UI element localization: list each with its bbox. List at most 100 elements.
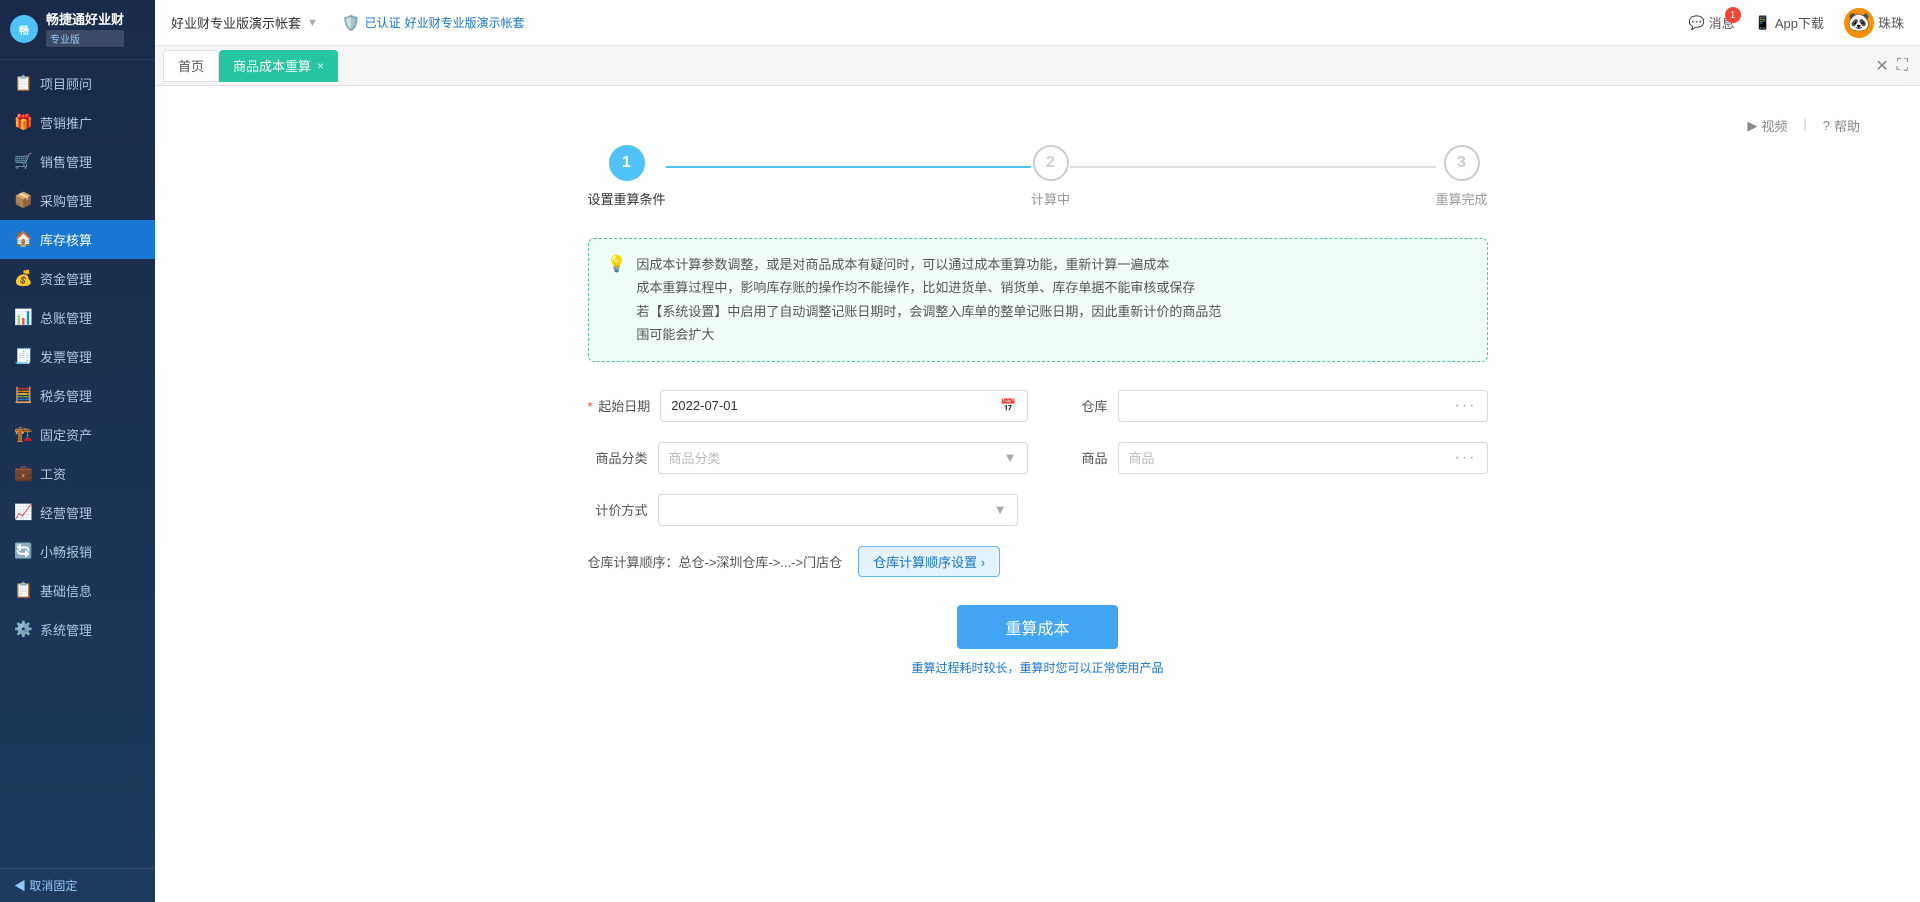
tab-home-label: 首页 [178,56,204,75]
mobile-icon: 📱 [1755,15,1771,31]
category-label: 商品分类 [588,448,648,467]
sidebar-label-invoice: 发票管理 [40,347,92,366]
tab-cost-recalc[interactable]: 商品成本重算 × [219,50,338,82]
info-box: 💡 因成本计算参数调整，或是对商品成本有疑问时，可以通过成本重算功能，重新计算一… [588,238,1488,362]
finance-icon: 💰 [14,269,32,287]
purchase-icon: 📦 [14,191,32,209]
step-3-label: 重算完成 [1436,189,1488,208]
sidebar-item-finance[interactable]: 💰 资金管理 [0,259,155,298]
expand-window-icon[interactable]: ⛶ [1897,57,1908,75]
sidebar-item-inventory[interactable]: 🏠 库存核算 [0,220,155,259]
pricing-dropdown-icon: ▼ [994,502,1007,517]
start-date-value: 2022-07-01 [671,398,994,413]
app-subtitle: 专业版 [46,30,124,47]
sidebar-label-payroll: 工资 [40,464,66,483]
sidebar-label-assets: 固定资产 [40,425,92,444]
category-dropdown-icon: ▼ [1004,450,1017,465]
invoice-icon: 🧾 [14,347,32,365]
recalc-hint: 重算过程耗时较长，重算时您可以正常使用产品 [588,659,1488,676]
sidebar-item-purchase[interactable]: 📦 采购管理 [0,181,155,220]
goods-input[interactable]: 商品 ··· [1118,442,1488,474]
sidebar-label-inventory: 库存核算 [40,230,92,249]
help-label: 帮助 [1834,116,1860,135]
info-line1: 因成本计算参数调整，或是对商品成本有疑问时，可以通过成本重算功能，重新计算一遍成… [636,253,1221,276]
sidebar-label-finance: 资金管理 [40,269,92,288]
payroll-icon: 💼 [14,464,32,482]
sidebar-item-sales[interactable]: 🛒 销售管理 [0,142,155,181]
sidebar-item-marketing[interactable]: 🎁 营销推广 [0,103,155,142]
step-connector-2 [1070,166,1435,168]
close-window-icon[interactable]: ✕ [1875,56,1888,76]
help-link[interactable]: ? 帮助 [1823,116,1860,135]
marketing-icon: 🎁 [14,113,32,131]
lightbulb-icon: 💡 [607,254,627,347]
message-button[interactable]: 💬 消息 1 [1688,13,1734,32]
message-badge: 1 [1725,7,1741,23]
warehouse-order-btn[interactable]: 仓库计算顺序设置 › [858,546,1000,577]
step-1-label: 设置重算条件 [588,189,666,208]
info-line4: 围可能会扩大 [636,323,1221,346]
step-1-circle: 1 [609,145,645,181]
warehouse-order-row: 仓库计算顺序：总仓->深圳仓库->...->门店仓 仓库计算顺序设置 › [588,546,1488,577]
start-date-group: * 起始日期 2022-07-01 📅 [588,390,1028,422]
sidebar-item-assets[interactable]: 🏗️ 固定资产 [0,415,155,454]
info-line3: 若【系统设置】中启用了自动调整记账日期时，会调整入库单的整单记账日期，因此重新计… [636,300,1221,323]
sidebar-label-tax: 税务管理 [40,386,92,405]
helper-links: ▶ 视频 | ? 帮助 [215,116,1860,135]
sidebar-item-invoice[interactable]: 🧾 发票管理 [0,337,155,376]
tab-home[interactable]: 首页 [163,50,219,82]
step-2-circle: 2 [1033,145,1069,181]
app-download-button[interactable]: 📱 App下载 [1755,13,1824,32]
sidebar-item-operations[interactable]: 📈 经营管理 [0,493,155,532]
app-title: 畅捷通好业财 [46,12,124,28]
sidebar-label-marketing: 营销推广 [40,113,92,132]
category-group: 商品分类 商品分类 ▼ [588,442,1028,474]
start-date-input[interactable]: 2022-07-01 📅 [660,390,1027,422]
pricing-select[interactable]: ▼ [658,494,1018,526]
form-row-2: 商品分类 商品分类 ▼ 商品 商品 ··· [588,442,1488,474]
verified-text: 已认证 [365,14,401,31]
goods-dots-icon[interactable]: ··· [1455,449,1477,467]
sidebar-item-system[interactable]: ⚙️ 系统管理 [0,610,155,649]
start-date-label: * 起始日期 [588,396,651,415]
user-menu[interactable]: 🐼 珠珠 [1844,8,1904,38]
sidebar-item-basic[interactable]: 📋 基础信息 [0,571,155,610]
warehouse-input[interactable]: ··· [1118,390,1488,422]
category-select[interactable]: 商品分类 ▼ [658,442,1028,474]
stepper: 1 设置重算条件 2 计算中 3 重算完成 [588,145,1488,208]
cancel-fixed-button[interactable]: ◀ 取消固定 [0,868,155,902]
sidebar-item-project[interactable]: 📋 项目顾问 [0,64,155,103]
sidebar-item-expense[interactable]: 🔄 小畅报销 [0,532,155,571]
sidebar-label-project: 项目顾问 [40,74,92,93]
content-area: ▶ 视频 | ? 帮助 1 设置重算条件 2 计算中 [155,86,1920,902]
tabbar: 首页 商品成本重算 × ✕ ⛶ [155,46,1920,86]
video-help-link[interactable]: ▶ 视频 [1747,116,1787,135]
message-icon: 💬 [1688,15,1704,31]
app-logo: 畅 [10,15,38,43]
form-row-1: * 起始日期 2022-07-01 📅 仓库 ··· [588,390,1488,422]
sidebar-nav: 📋 项目顾问 🎁 营销推广 🛒 销售管理 📦 采购管理 🏠 库存核算 💰 资金管… [0,60,155,868]
project-icon: 📋 [14,74,32,92]
operations-icon: 📈 [14,503,32,521]
sidebar-item-ledger[interactable]: 📊 总账管理 [0,298,155,337]
topbar-actions: 💬 消息 1 📱 App下载 🐼 珠珠 [1688,8,1904,38]
sidebar-item-tax[interactable]: 🧮 税务管理 [0,376,155,415]
recalc-button[interactable]: 重算成本 [957,605,1117,649]
tab-close-icon[interactable]: × [317,59,324,73]
sidebar-item-payroll[interactable]: 💼 工资 [0,454,155,493]
main-area: 好业财专业版演示帐套 ▼ 🛡️ 已认证 好业财专业版演示帐套 💬 消息 1 📱 … [155,0,1920,902]
step-2: 2 计算中 [1031,145,1070,208]
warehouse-dots-icon[interactable]: ··· [1455,397,1477,415]
step-1: 1 设置重算条件 [588,145,666,208]
calendar-icon[interactable]: 📅 [1000,398,1016,414]
verified-account: 好业财专业版演示帐套 [405,14,525,31]
inventory-icon: 🏠 [14,230,32,248]
pricing-label: 计价方式 [588,500,648,519]
account-name: 好业财专业版演示帐套 [171,13,301,32]
form-area: * 起始日期 2022-07-01 📅 仓库 ··· [588,390,1488,676]
info-line2: 成本重算过程中，影响库存账的操作均不能操作，比如进货单、销货单、库存单据不能审核… [636,276,1221,299]
recalc-btn-label: 重算成本 [1005,621,1069,638]
sidebar-label-operations: 经营管理 [40,503,92,522]
account-selector[interactable]: 好业财专业版演示帐套 ▼ [171,13,318,32]
category-placeholder: 商品分类 [669,448,721,467]
